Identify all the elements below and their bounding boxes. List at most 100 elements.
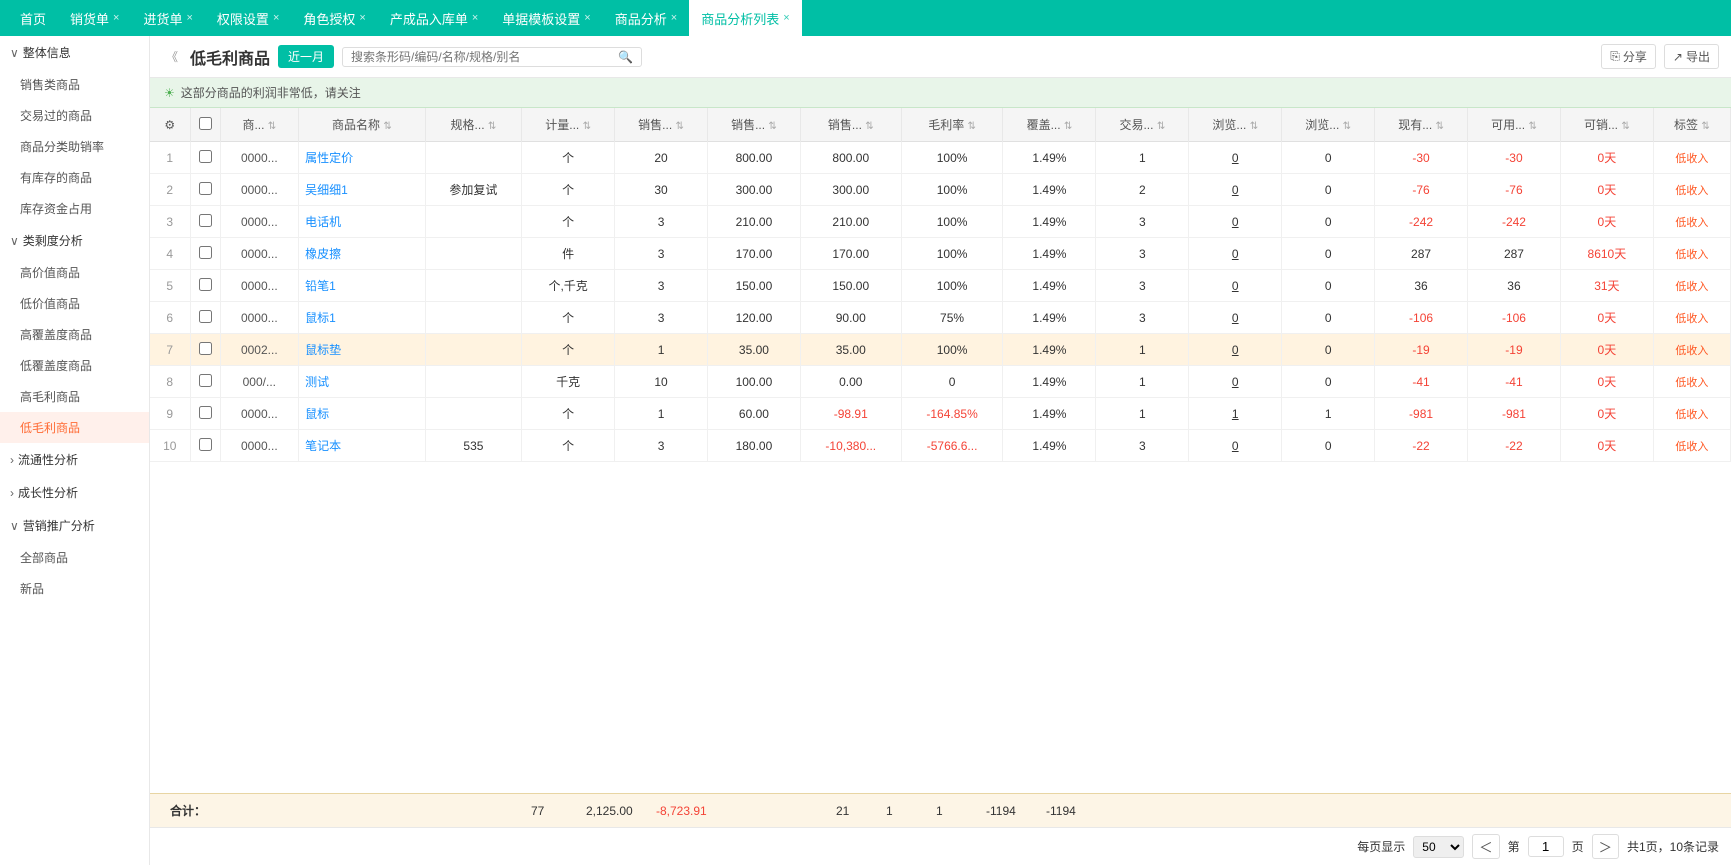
row-select-checkbox[interactable] — [199, 150, 212, 163]
close-icon[interactable]: × — [113, 12, 119, 24]
row-view1[interactable]: 0 — [1189, 206, 1282, 238]
sidebar-group-circulation[interactable]: › 流通性分析 — [0, 443, 149, 476]
settings-icon[interactable]: ⚙ — [164, 118, 175, 132]
row-name[interactable]: 属性定价 — [299, 142, 426, 174]
col-available[interactable]: 可用... ⇅ — [1468, 108, 1561, 142]
row-name[interactable]: 鼠标垫 — [299, 334, 426, 366]
row-view1[interactable]: 0 — [1189, 302, 1282, 334]
row-checkbox[interactable] — [190, 430, 220, 462]
row-checkbox[interactable] — [190, 270, 220, 302]
row-checkbox[interactable] — [190, 302, 220, 334]
row-select-checkbox[interactable] — [199, 310, 212, 323]
row-view1[interactable]: 0 — [1189, 366, 1282, 398]
close-icon[interactable]: × — [273, 12, 279, 24]
col-coverage[interactable]: 覆盖... ⇅ — [1003, 108, 1096, 142]
nav-role-auth[interactable]: 角色授权 × — [291, 0, 377, 36]
nav-purchase[interactable]: 进货单 × — [131, 0, 204, 36]
col-view2[interactable]: 浏览... ⇅ — [1282, 108, 1375, 142]
search-input[interactable] — [351, 50, 614, 64]
nav-home[interactable]: 首页 — [8, 0, 58, 36]
sidebar-item-high-margin[interactable]: 高毛利商品 — [0, 381, 149, 412]
select-all-checkbox[interactable] — [199, 117, 212, 130]
table-wrapper[interactable]: ⚙ 商... ⇅ 商品名称 ⇅ 规格... ⇅ 计量... ⇅ 销售... ⇅ … — [150, 108, 1731, 793]
nav-product-analysis[interactable]: 商品分析 × — [603, 0, 689, 36]
export-btn[interactable]: ↗ 导出 — [1664, 44, 1719, 69]
col-trade-count[interactable]: 交易... ⇅ — [1096, 108, 1189, 142]
row-select-checkbox[interactable] — [199, 374, 212, 387]
close-icon[interactable]: × — [671, 12, 677, 24]
row-select-checkbox[interactable] — [199, 406, 212, 419]
col-settings[interactable]: ⚙ — [150, 108, 190, 142]
nav-template-settings[interactable]: 单据模板设置 × — [490, 0, 602, 36]
col-view1[interactable]: 浏览... ⇅ — [1189, 108, 1282, 142]
row-checkbox[interactable] — [190, 142, 220, 174]
row-name[interactable]: 测试 — [299, 366, 426, 398]
search-icon[interactable]: 🔍 — [618, 50, 633, 64]
sidebar-item-category-sales-rate[interactable]: 商品分类助销率 — [0, 131, 149, 162]
sidebar-item-high-value[interactable]: 高价值商品 — [0, 257, 149, 288]
nav-sales[interactable]: 销货单 × — [58, 0, 131, 36]
sidebar-item-sales-goods[interactable]: 销售类商品 — [0, 69, 149, 100]
row-select-checkbox[interactable] — [199, 246, 212, 259]
col-sales-profit[interactable]: 销售... ⇅ — [800, 108, 901, 142]
col-sellable[interactable]: 可销... ⇅ — [1560, 108, 1653, 142]
col-spec[interactable]: 规格... ⇅ — [425, 108, 522, 142]
row-select-checkbox[interactable] — [199, 182, 212, 195]
nav-product-analysis-list[interactable]: 商品分析列表 × — [689, 0, 801, 36]
sidebar-group-coverage[interactable]: ∨ 类剩度分析 — [0, 224, 149, 257]
row-view1[interactable]: 0 — [1189, 270, 1282, 302]
col-checkbox[interactable] — [190, 108, 220, 142]
row-view1[interactable]: 0 — [1189, 430, 1282, 462]
row-select-checkbox[interactable] — [199, 214, 212, 227]
sidebar-group-marketing[interactable]: ∨ 营销推广分析 — [0, 509, 149, 542]
sidebar-item-low-value[interactable]: 低价值商品 — [0, 288, 149, 319]
row-checkbox[interactable] — [190, 334, 220, 366]
share-btn[interactable]: ⎘ 分享 — [1601, 44, 1656, 69]
close-icon[interactable]: × — [783, 12, 789, 24]
col-tag[interactable]: 标签 ⇅ — [1653, 108, 1730, 142]
row-checkbox[interactable] — [190, 238, 220, 270]
col-code[interactable]: 商... ⇅ — [220, 108, 299, 142]
prev-page-btn[interactable]: ＜ — [1472, 834, 1499, 859]
col-sales-price[interactable]: 销售... ⇅ — [707, 108, 800, 142]
row-select-checkbox[interactable] — [199, 342, 212, 355]
sidebar-group-growth[interactable]: › 成长性分析 — [0, 476, 149, 509]
sidebar-item-stock-goods[interactable]: 有库存的商品 — [0, 162, 149, 193]
row-checkbox[interactable] — [190, 206, 220, 238]
close-icon[interactable]: × — [186, 12, 192, 24]
sidebar-group-overall[interactable]: ∨ 整体信息 — [0, 36, 149, 69]
row-checkbox[interactable] — [190, 174, 220, 206]
row-name[interactable]: 铅笔1 — [299, 270, 426, 302]
row-view1[interactable]: 0 — [1189, 142, 1282, 174]
row-name[interactable]: 笔记本 — [299, 430, 426, 462]
row-checkbox[interactable] — [190, 366, 220, 398]
nav-product-entry[interactable]: 产成品入库单 × — [378, 0, 490, 36]
page-number-input[interactable] — [1528, 836, 1564, 857]
row-view1[interactable]: 0 — [1189, 238, 1282, 270]
per-page-select[interactable]: 50 20 100 — [1413, 836, 1464, 858]
sidebar-item-traded-goods[interactable]: 交易过的商品 — [0, 100, 149, 131]
col-unit[interactable]: 计量... ⇅ — [522, 108, 615, 142]
row-name[interactable]: 鼠标 — [299, 398, 426, 430]
row-checkbox[interactable] — [190, 398, 220, 430]
next-page-btn[interactable]: ＞ — [1592, 834, 1619, 859]
date-filter-btn[interactable]: 近一月 — [278, 45, 334, 68]
sidebar-item-low-coverage[interactable]: 低覆盖度商品 — [0, 350, 149, 381]
row-view1[interactable]: 1 — [1189, 398, 1282, 430]
nav-permissions[interactable]: 权限设置 × — [205, 0, 291, 36]
col-current-stock[interactable]: 现有... ⇅ — [1375, 108, 1468, 142]
row-name[interactable]: 电话机 — [299, 206, 426, 238]
sidebar-collapse-btn[interactable]: 《 — [162, 48, 182, 65]
row-name[interactable]: 鼠标1 — [299, 302, 426, 334]
sidebar-item-all-goods[interactable]: 全部商品 — [0, 542, 149, 573]
row-select-checkbox[interactable] — [199, 438, 212, 451]
sidebar-item-high-coverage[interactable]: 高覆盖度商品 — [0, 319, 149, 350]
sidebar-item-low-margin[interactable]: 低毛利商品 — [0, 412, 149, 443]
col-gross-margin[interactable]: 毛利率 ⇅ — [901, 108, 1003, 142]
sidebar-item-new-goods[interactable]: 新品 — [0, 573, 149, 604]
row-name[interactable]: 橡皮擦 — [299, 238, 426, 270]
row-view1[interactable]: 0 — [1189, 174, 1282, 206]
row-view1[interactable]: 0 — [1189, 334, 1282, 366]
row-name[interactable]: 吴细细1 — [299, 174, 426, 206]
close-icon[interactable]: × — [359, 12, 365, 24]
